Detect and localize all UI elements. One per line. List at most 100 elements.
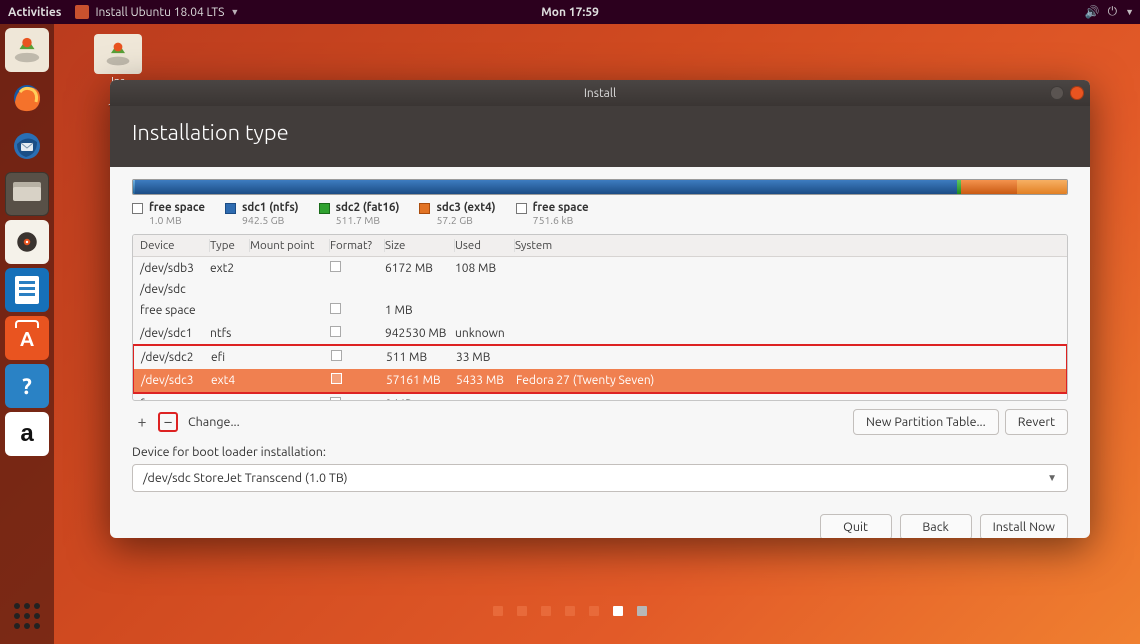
table-row[interactable]: free space0 MB	[133, 393, 1067, 400]
dock-firefox-icon[interactable]	[5, 76, 49, 120]
legend-item: free space751.6 kB	[516, 201, 589, 226]
usage-seg-free2	[1017, 180, 1067, 194]
swatch-icon	[225, 203, 236, 214]
cell	[331, 373, 386, 387]
table-row[interactable]: /dev/sdc1ntfs942530 MBunknown	[133, 322, 1067, 345]
cell	[330, 326, 385, 340]
format-checkbox[interactable]	[330, 397, 341, 400]
cell: ext2	[210, 262, 250, 275]
pager-dot	[517, 606, 527, 616]
minimize-button[interactable]	[1050, 86, 1064, 100]
format-checkbox[interactable]	[331, 350, 342, 361]
dock-writer-icon[interactable]	[5, 268, 49, 312]
col-used[interactable]: Used	[455, 239, 515, 252]
table-row[interactable]: /dev/sdc2efi 511 MB33 MB	[134, 346, 1066, 369]
change-button[interactable]: Change...	[184, 413, 244, 431]
bootloader-select[interactable]: /dev/sdc StoreJet Transcend (1.0 TB) ▼	[132, 464, 1068, 492]
cell: /dev/sdc2	[141, 351, 211, 364]
cell: unknown	[455, 327, 515, 340]
top-bar: Activities Install Ubuntu 18.04 LTS ▼ Mo…	[0, 0, 1140, 24]
swatch-icon	[132, 203, 143, 214]
col-type[interactable]: Type	[210, 239, 250, 252]
pager-dot	[541, 606, 551, 616]
col-system[interactable]: System	[515, 239, 1060, 252]
bootloader-label: Device for boot loader installation:	[132, 445, 1068, 459]
cell: 108 MB	[455, 262, 515, 275]
cell: free space	[140, 398, 210, 401]
cell: ntfs	[210, 327, 250, 340]
dock-files-icon[interactable]	[5, 172, 49, 216]
installer-window: Install Installation type free space1.0 …	[110, 80, 1090, 538]
usage-seg-ntfs	[135, 180, 957, 194]
pager-dot-current	[613, 606, 623, 616]
cell: 1 MB	[385, 304, 455, 317]
show-apps-button[interactable]	[5, 594, 49, 638]
col-format[interactable]: Format?	[330, 239, 385, 252]
col-mount[interactable]: Mount point	[250, 239, 330, 252]
format-checkbox[interactable]	[330, 261, 341, 272]
page-heading: Installation type	[110, 106, 1090, 167]
bootloader-value: /dev/sdc StoreJet Transcend (1.0 TB)	[143, 471, 348, 485]
cell: 33 MB	[456, 351, 516, 364]
col-device[interactable]: Device	[140, 239, 210, 252]
pager-dot	[589, 606, 599, 616]
back-button[interactable]: Back	[900, 514, 972, 538]
activities-button[interactable]: Activities	[0, 6, 69, 19]
pager-dot	[637, 606, 647, 616]
cell: ext4	[211, 374, 251, 387]
close-button[interactable]	[1070, 86, 1084, 100]
dock-amazon-icon[interactable]	[5, 412, 49, 456]
app-menu-title: Install Ubuntu 18.04 LTS	[95, 6, 224, 19]
disk-row[interactable]: /dev/sdc	[133, 280, 1067, 299]
clock[interactable]: Mon 17:59	[541, 6, 599, 19]
window-titlebar[interactable]: Install	[110, 80, 1090, 106]
format-checkbox[interactable]	[330, 303, 341, 314]
table-row[interactable]: free space1 MB	[133, 299, 1067, 322]
cell	[330, 303, 385, 317]
legend: free space1.0 MB sdc1 (ntfs)942.5 GB sdc…	[132, 201, 1068, 226]
legend-item: sdc1 (ntfs)942.5 GB	[225, 201, 299, 226]
add-partition-button[interactable]: +	[132, 412, 152, 432]
format-checkbox[interactable]	[330, 326, 341, 337]
cell: 511 MB	[386, 351, 456, 364]
app-menu[interactable]: Install Ubuntu 18.04 LTS ▼	[69, 5, 245, 19]
revert-button[interactable]: Revert	[1005, 409, 1068, 435]
window-title: Install	[584, 87, 616, 100]
table-row[interactable]: /dev/sdc3ext457161 MB5433 MBFedora 27 (T…	[134, 369, 1066, 392]
chevron-down-icon: ▼	[230, 7, 239, 17]
col-size[interactable]: Size	[385, 239, 455, 252]
cell: 942530 MB	[385, 327, 455, 340]
dock	[0, 24, 54, 644]
legend-item: sdc2 (fat16)511.7 MB	[319, 201, 400, 226]
dock-help-icon[interactable]	[5, 364, 49, 408]
swatch-icon	[419, 203, 430, 214]
partition-table: Device Type Mount point Format? Size Use…	[132, 234, 1068, 401]
chevron-down-icon[interactable]: ▼	[1125, 7, 1134, 17]
swatch-icon	[319, 203, 330, 214]
install-now-button[interactable]: Install Now	[980, 514, 1068, 538]
quit-button[interactable]: Quit	[820, 514, 892, 538]
new-partition-table-button[interactable]: New Partition Table...	[853, 409, 999, 435]
cell	[330, 261, 385, 275]
cell	[330, 397, 385, 400]
dock-rhythmbox-icon[interactable]	[5, 220, 49, 264]
cell: /dev/sdb3	[140, 262, 210, 275]
volume-icon[interactable]: 🔊	[1085, 5, 1100, 19]
remove-partition-button[interactable]: −	[158, 412, 178, 432]
cell	[331, 350, 386, 364]
format-checkbox[interactable]	[331, 373, 342, 384]
dock-thunderbird-icon[interactable]	[5, 124, 49, 168]
disk-usage-bar[interactable]	[132, 179, 1068, 195]
cell: Fedora 27 (Twenty Seven)	[516, 374, 1059, 387]
highlighted-rows: /dev/sdc2efi 511 MB33 MB/dev/sdc3ext45716…	[133, 344, 1067, 394]
usage-seg-ext4	[961, 180, 1017, 194]
table-body[interactable]: /dev/sdb3ext26172 MB108 MB/dev/sdcfree s…	[133, 257, 1067, 400]
table-row[interactable]: /dev/sdb3ext2 6172 MB108 MB	[133, 257, 1067, 280]
power-icon[interactable]: ⏻	[1108, 5, 1118, 19]
installer-app-icon	[75, 5, 89, 19]
cell: efi	[211, 351, 251, 364]
dock-installer-icon[interactable]	[5, 28, 49, 72]
dock-software-icon[interactable]	[5, 316, 49, 360]
cell: 6172 MB	[385, 262, 455, 275]
step-pager	[493, 606, 647, 616]
